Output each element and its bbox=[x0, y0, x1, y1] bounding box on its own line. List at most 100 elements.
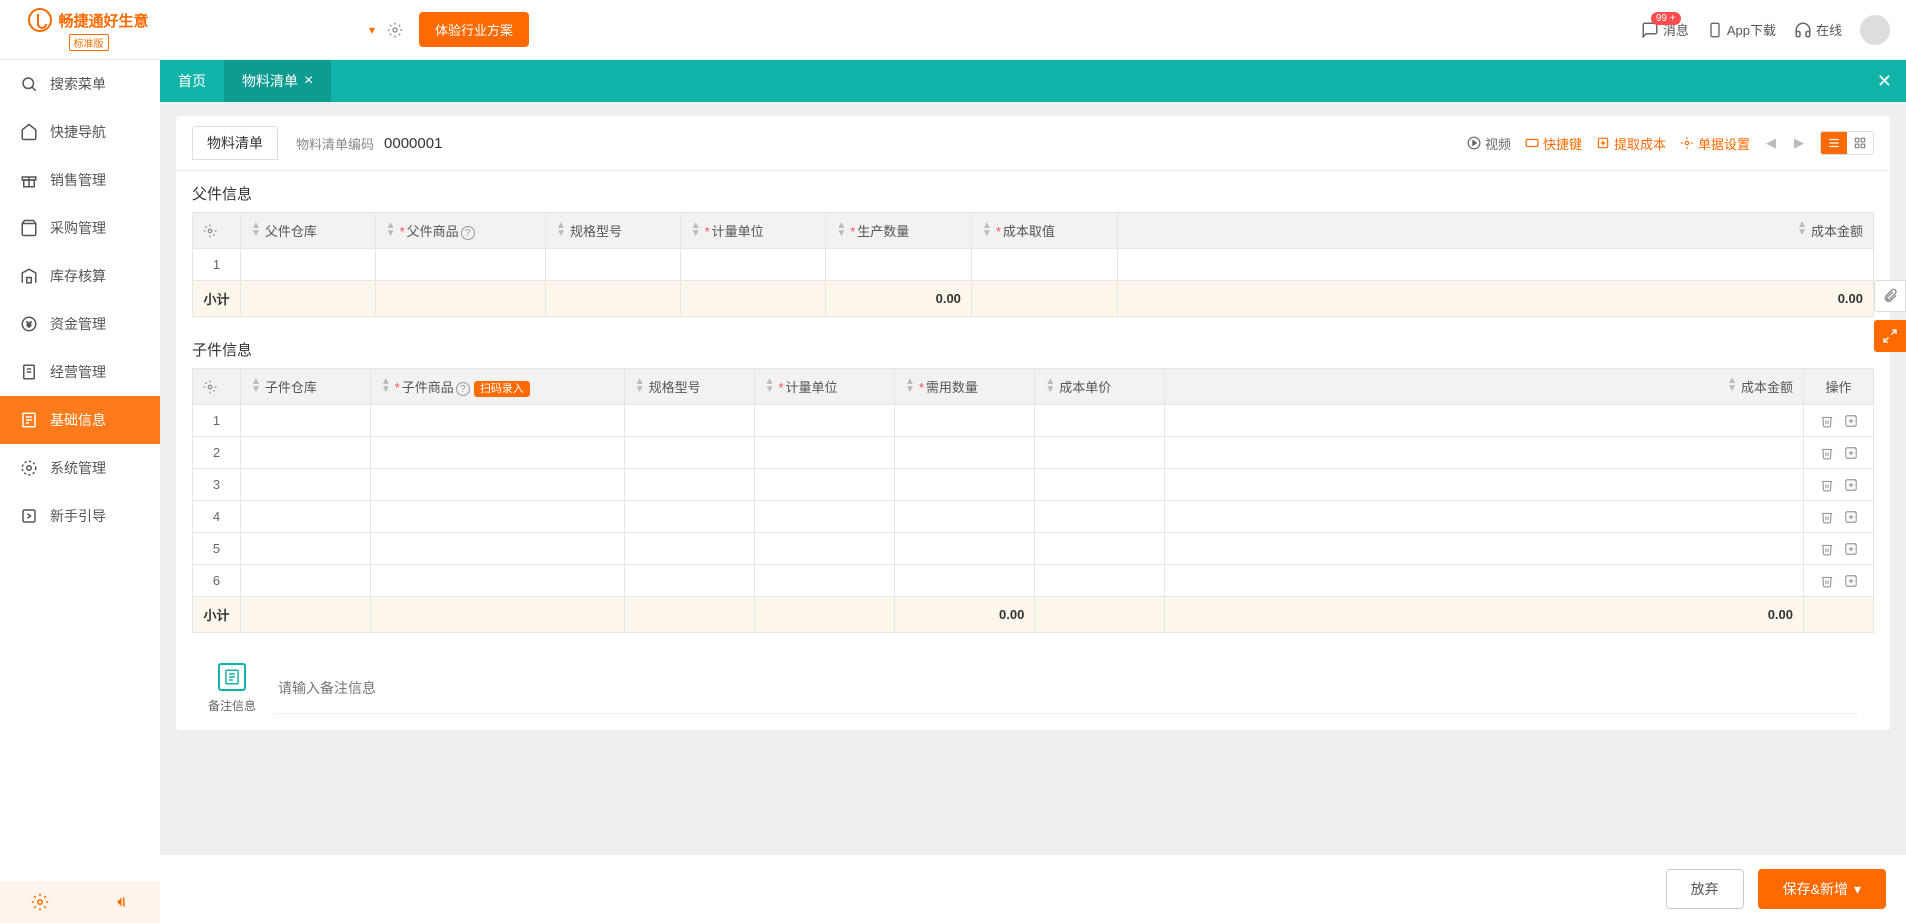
cell[interactable] bbox=[754, 533, 894, 565]
cell[interactable] bbox=[1165, 469, 1804, 501]
col-parent-cost-amount[interactable]: ▲▼成本金额 bbox=[1117, 213, 1873, 249]
add-icon[interactable] bbox=[1844, 510, 1858, 524]
col-child-spec[interactable]: ▲▼规格型号 bbox=[624, 369, 754, 405]
col-parent-cost-method[interactable]: ▲▼*成本取值 bbox=[971, 213, 1117, 249]
cell[interactable] bbox=[624, 533, 754, 565]
child-row[interactable]: 6 bbox=[193, 565, 1874, 597]
cell[interactable] bbox=[754, 405, 894, 437]
cell[interactable] bbox=[894, 565, 1034, 597]
cell[interactable] bbox=[1035, 565, 1165, 597]
col-child-price[interactable]: ▲▼成本单价 bbox=[1035, 369, 1165, 405]
settings-icon[interactable] bbox=[31, 893, 49, 911]
cell[interactable] bbox=[1165, 405, 1804, 437]
cell[interactable] bbox=[624, 469, 754, 501]
cell[interactable] bbox=[370, 405, 624, 437]
child-row[interactable]: 4 bbox=[193, 501, 1874, 533]
company-selector[interactable]: ▾ bbox=[181, 18, 407, 42]
col-child-product[interactable]: ▲▼*子件商品?扫码录入 bbox=[370, 369, 624, 405]
cell[interactable] bbox=[1035, 533, 1165, 565]
tab-home[interactable]: 首页 bbox=[160, 60, 224, 102]
cell[interactable] bbox=[1165, 437, 1804, 469]
cell[interactable] bbox=[1035, 405, 1165, 437]
child-row[interactable]: 5 bbox=[193, 533, 1874, 565]
cell[interactable] bbox=[370, 501, 624, 533]
sidebar-item-sales[interactable]: 销售管理 bbox=[0, 156, 160, 204]
cell[interactable] bbox=[1035, 469, 1165, 501]
tab-bom[interactable]: 物料清单× bbox=[224, 60, 331, 102]
online-support-link[interactable]: 在线 bbox=[1794, 20, 1842, 39]
remarks-input[interactable] bbox=[274, 663, 1858, 714]
cell[interactable] bbox=[754, 565, 894, 597]
attachment-button[interactable] bbox=[1874, 280, 1906, 312]
cell[interactable] bbox=[370, 533, 624, 565]
add-icon[interactable] bbox=[1844, 446, 1858, 460]
cell[interactable] bbox=[370, 565, 624, 597]
cell[interactable] bbox=[241, 565, 371, 597]
save-new-button[interactable]: 保存&新增▾ bbox=[1758, 869, 1886, 909]
view-list[interactable] bbox=[1821, 132, 1847, 154]
cell[interactable] bbox=[894, 501, 1034, 533]
extract-cost-link[interactable]: 提取成本 bbox=[1596, 134, 1666, 153]
sidebar-item-inventory[interactable]: 库存核算 bbox=[0, 252, 160, 300]
child-row[interactable]: 1 bbox=[193, 405, 1874, 437]
shortcut-link[interactable]: 快捷键 bbox=[1525, 134, 1582, 153]
company-settings-icon[interactable] bbox=[383, 18, 407, 42]
add-icon[interactable] bbox=[1844, 574, 1858, 588]
cell[interactable] bbox=[241, 405, 371, 437]
close-icon[interactable]: × bbox=[304, 72, 313, 90]
parent-gear-col[interactable] bbox=[193, 213, 241, 249]
cell[interactable] bbox=[680, 249, 826, 281]
cell[interactable] bbox=[241, 533, 371, 565]
sidebar-item-search[interactable]: 搜索菜单 bbox=[0, 60, 160, 108]
avatar[interactable] bbox=[1860, 15, 1890, 45]
sidebar-item-basic-info[interactable]: 基础信息 bbox=[0, 396, 160, 444]
expand-button[interactable] bbox=[1874, 320, 1906, 352]
sidebar-item-finance[interactable]: ¥资金管理 bbox=[0, 300, 160, 348]
add-icon[interactable] bbox=[1844, 542, 1858, 556]
col-parent-product[interactable]: ▲▼*父件商品? bbox=[375, 213, 545, 249]
cell[interactable] bbox=[624, 405, 754, 437]
discard-button[interactable]: 放弃 bbox=[1666, 869, 1744, 909]
col-parent-qty[interactable]: ▲▼*生产数量 bbox=[826, 213, 972, 249]
child-row[interactable]: 3 bbox=[193, 469, 1874, 501]
cell[interactable] bbox=[1165, 565, 1804, 597]
child-gear-col[interactable] bbox=[193, 369, 241, 405]
cell[interactable] bbox=[754, 437, 894, 469]
cell[interactable] bbox=[241, 249, 376, 281]
cell[interactable] bbox=[754, 469, 894, 501]
logo[interactable]: 畅捷通好生意 标准版 bbox=[16, 8, 161, 51]
cell[interactable] bbox=[971, 249, 1117, 281]
cell[interactable] bbox=[375, 249, 545, 281]
cell[interactable] bbox=[241, 501, 371, 533]
delete-icon[interactable] bbox=[1820, 510, 1834, 524]
delete-icon[interactable] bbox=[1820, 542, 1834, 556]
app-download-link[interactable]: App下载 bbox=[1707, 20, 1776, 39]
cell[interactable] bbox=[241, 469, 371, 501]
next-icon[interactable]: ▶ bbox=[1792, 135, 1806, 151]
tabbar-close[interactable]: ✕ bbox=[1863, 60, 1906, 102]
sidebar-item-guide[interactable]: 新手引导 bbox=[0, 492, 160, 540]
cell[interactable] bbox=[894, 437, 1034, 469]
col-parent-spec[interactable]: ▲▼规格型号 bbox=[546, 213, 681, 249]
cell[interactable] bbox=[624, 565, 754, 597]
cta-button[interactable]: 体验行业方案 bbox=[419, 12, 529, 47]
cell[interactable] bbox=[754, 501, 894, 533]
cell[interactable] bbox=[370, 469, 624, 501]
delete-icon[interactable] bbox=[1820, 446, 1834, 460]
sidebar-item-business[interactable]: 经营管理 bbox=[0, 348, 160, 396]
col-child-qty[interactable]: ▲▼*需用数量 bbox=[894, 369, 1034, 405]
view-grid[interactable] bbox=[1847, 132, 1873, 154]
delete-icon[interactable] bbox=[1820, 414, 1834, 428]
col-child-warehouse[interactable]: ▲▼子件仓库 bbox=[241, 369, 371, 405]
child-row[interactable]: 2 bbox=[193, 437, 1874, 469]
sidebar-item-system[interactable]: 系统管理 bbox=[0, 444, 160, 492]
delete-icon[interactable] bbox=[1820, 574, 1834, 588]
cell[interactable] bbox=[894, 469, 1034, 501]
messages-link[interactable]: 消息 99 + bbox=[1641, 20, 1689, 39]
cell[interactable] bbox=[624, 437, 754, 469]
add-icon[interactable] bbox=[1844, 414, 1858, 428]
add-icon[interactable] bbox=[1844, 478, 1858, 492]
help-icon[interactable]: ? bbox=[461, 226, 475, 240]
cell[interactable] bbox=[370, 437, 624, 469]
col-child-unit[interactable]: ▲▼*计量单位 bbox=[754, 369, 894, 405]
